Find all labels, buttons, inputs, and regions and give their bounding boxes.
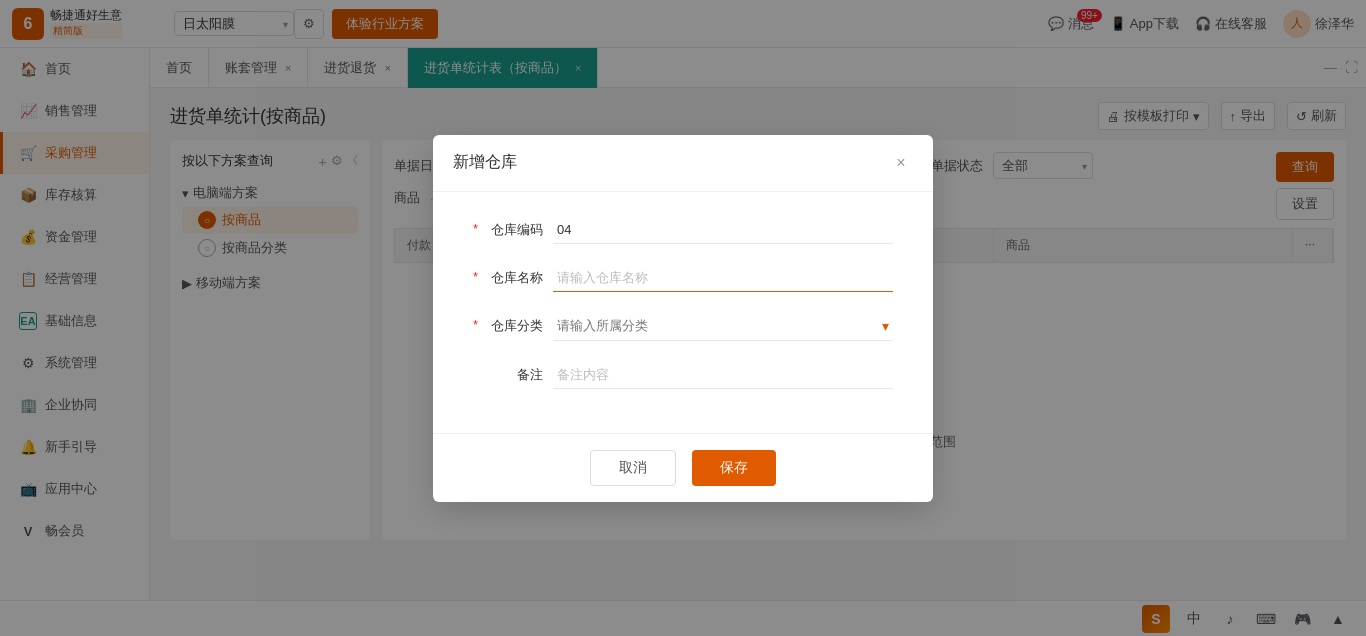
- form-label-code: 仓库编码: [473, 221, 553, 239]
- save-button[interactable]: 保存: [692, 450, 776, 486]
- form-label-name: 仓库名称: [473, 269, 553, 287]
- dialog-title: 新增仓库: [453, 152, 517, 173]
- category-dropdown-icon[interactable]: ▾: [882, 318, 889, 334]
- form-label-category: 仓库分类: [473, 317, 553, 335]
- add-warehouse-dialog: 新增仓库 × 仓库编码 仓库名称 仓库分类 ▾: [433, 135, 933, 502]
- warehouse-category-input[interactable]: [557, 318, 882, 333]
- dialog-header: 新增仓库 ×: [433, 135, 933, 192]
- form-row-category: 仓库分类 ▾: [473, 312, 893, 341]
- warehouse-category-select[interactable]: ▾: [553, 312, 893, 341]
- dialog-footer: 取消 保存: [433, 433, 933, 502]
- form-row-name: 仓库名称: [473, 264, 893, 292]
- form-label-remark: 备注: [473, 366, 553, 384]
- warehouse-remark-input[interactable]: [553, 361, 893, 389]
- form-row-code: 仓库编码: [473, 216, 893, 244]
- form-row-remark: 备注: [473, 361, 893, 389]
- dialog-overlay: 新增仓库 × 仓库编码 仓库名称 仓库分类 ▾: [0, 0, 1366, 636]
- dialog-close-button[interactable]: ×: [889, 151, 913, 175]
- cancel-button[interactable]: 取消: [590, 450, 676, 486]
- dialog-body: 仓库编码 仓库名称 仓库分类 ▾ 备注: [433, 192, 933, 433]
- warehouse-name-input[interactable]: [553, 264, 893, 292]
- warehouse-code-input[interactable]: [553, 216, 893, 244]
